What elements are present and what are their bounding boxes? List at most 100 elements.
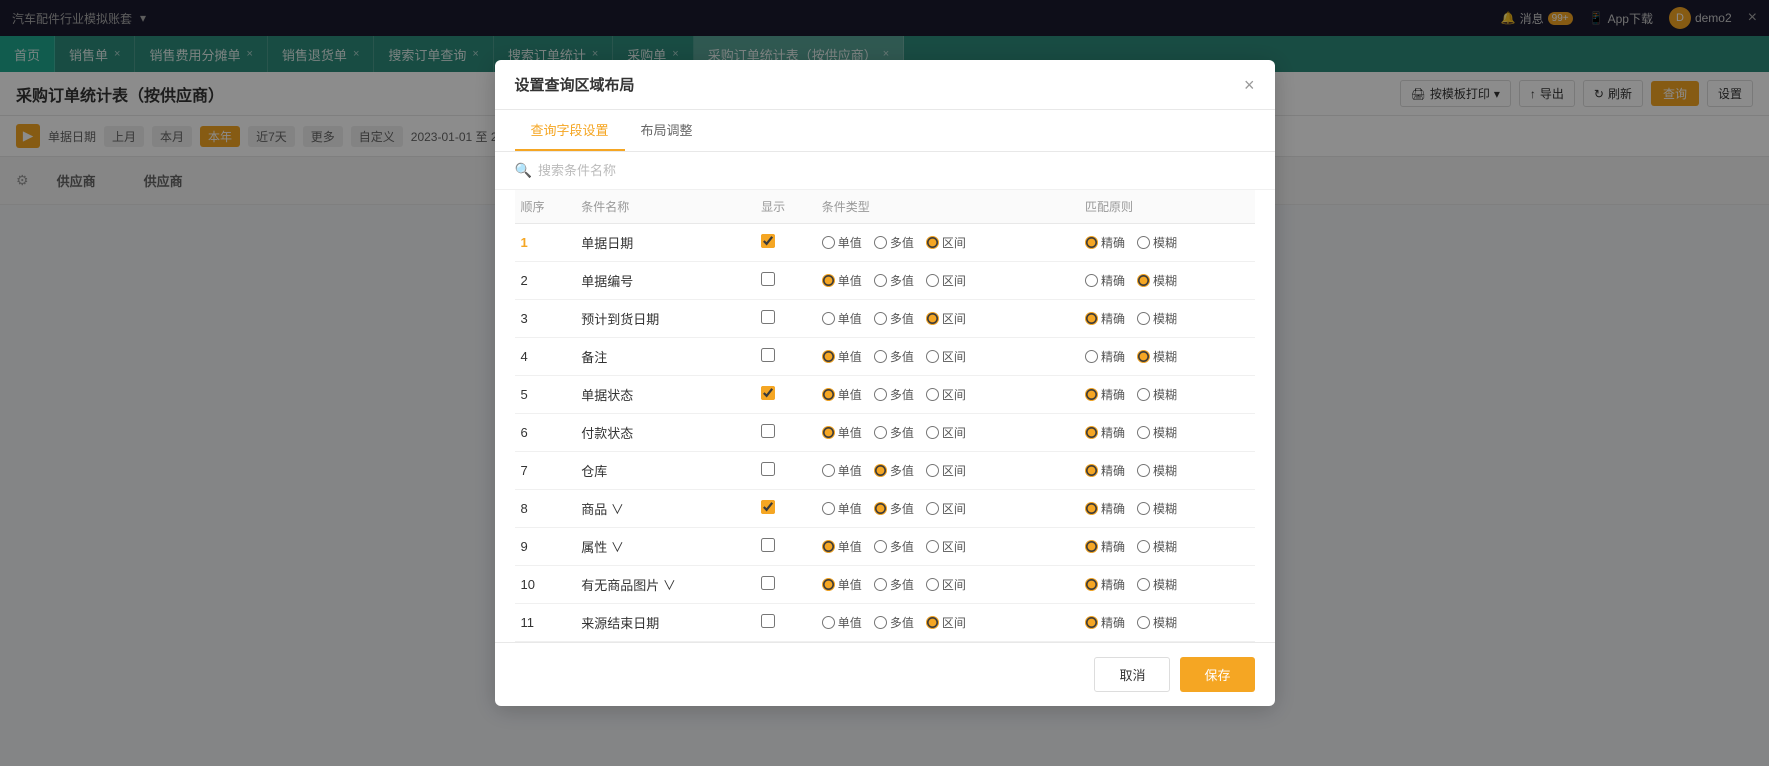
row-condition-name: 备注 xyxy=(575,338,755,376)
match-fuzzy-option[interactable]: 模糊 xyxy=(1137,272,1177,289)
match-fuzzy-option[interactable]: 模糊 xyxy=(1137,500,1177,517)
tab-fields[interactable]: 查询字段设置 xyxy=(515,110,625,151)
row-display-cell[interactable] xyxy=(755,604,816,642)
type-radio-group: 单值多值区间 xyxy=(822,462,1073,479)
type-multi-option[interactable]: 多值 xyxy=(874,424,914,441)
row-display-cell[interactable] xyxy=(755,338,816,376)
save-button[interactable]: 保存 xyxy=(1180,657,1254,692)
type-multi-option[interactable]: 多值 xyxy=(874,234,914,251)
type-range-option[interactable]: 区间 xyxy=(926,234,966,251)
match-exact-option[interactable]: 精确 xyxy=(1085,386,1125,403)
row-condition-name: 单据状态 xyxy=(575,376,755,414)
type-multi-option[interactable]: 多值 xyxy=(874,462,914,479)
type-multi-option[interactable]: 多值 xyxy=(874,614,914,631)
display-checkbox[interactable] xyxy=(761,348,775,362)
row-display-cell[interactable] xyxy=(755,566,816,604)
match-exact-option[interactable]: 精确 xyxy=(1085,234,1125,251)
type-range-option[interactable]: 区间 xyxy=(926,462,966,479)
display-checkbox[interactable] xyxy=(761,386,775,400)
match-fuzzy-option[interactable]: 模糊 xyxy=(1137,576,1177,593)
match-exact-option[interactable]: 精确 xyxy=(1085,538,1125,555)
modal-title: 设置查询区域布局 xyxy=(515,74,635,95)
row-type-cell: 单值多值区间 xyxy=(816,376,1079,414)
match-exact-option[interactable]: 精确 xyxy=(1085,462,1125,479)
row-display-cell[interactable] xyxy=(755,224,816,262)
display-checkbox[interactable] xyxy=(761,538,775,552)
type-range-option[interactable]: 区间 xyxy=(926,614,966,631)
type-range-option[interactable]: 区间 xyxy=(926,348,966,365)
type-multi-option[interactable]: 多值 xyxy=(874,386,914,403)
type-single-option[interactable]: 单值 xyxy=(822,310,862,327)
row-display-cell[interactable] xyxy=(755,490,816,528)
type-multi-option[interactable]: 多值 xyxy=(874,272,914,289)
type-single-option[interactable]: 单值 xyxy=(822,234,862,251)
row-display-cell[interactable] xyxy=(755,452,816,490)
table-header-row: 顺序 条件名称 显示 条件类型 匹配原则 xyxy=(515,190,1255,224)
row-order: 11 xyxy=(515,604,576,642)
row-display-cell[interactable] xyxy=(755,300,816,338)
row-order: 6 xyxy=(515,414,576,452)
display-checkbox[interactable] xyxy=(761,576,775,590)
type-radio-group: 单值多值区间 xyxy=(822,424,1073,441)
type-multi-option[interactable]: 多值 xyxy=(874,538,914,555)
row-display-cell[interactable] xyxy=(755,528,816,566)
row-display-cell[interactable] xyxy=(755,262,816,300)
row-match-cell: 精确模糊 xyxy=(1079,490,1255,528)
match-fuzzy-option[interactable]: 模糊 xyxy=(1137,614,1177,631)
type-multi-option[interactable]: 多值 xyxy=(874,348,914,365)
search-input[interactable] xyxy=(538,163,1255,178)
type-multi-option[interactable]: 多值 xyxy=(874,500,914,517)
match-exact-option[interactable]: 精确 xyxy=(1085,424,1125,441)
type-single-option[interactable]: 单值 xyxy=(822,386,862,403)
display-checkbox[interactable] xyxy=(761,272,775,286)
type-radio-group: 单值多值区间 xyxy=(822,538,1073,555)
tab-layout[interactable]: 布局调整 xyxy=(625,110,709,151)
col-type: 条件类型 xyxy=(816,190,1079,224)
type-range-option[interactable]: 区间 xyxy=(926,386,966,403)
type-range-option[interactable]: 区间 xyxy=(926,538,966,555)
cancel-button[interactable]: 取消 xyxy=(1094,657,1170,692)
modal-close-button[interactable]: × xyxy=(1244,76,1255,94)
display-checkbox[interactable] xyxy=(761,310,775,324)
display-checkbox[interactable] xyxy=(761,462,775,476)
type-single-option[interactable]: 单值 xyxy=(822,272,862,289)
match-fuzzy-option[interactable]: 模糊 xyxy=(1137,386,1177,403)
match-radio-group: 精确模糊 xyxy=(1085,348,1249,365)
match-fuzzy-option[interactable]: 模糊 xyxy=(1137,424,1177,441)
type-range-option[interactable]: 区间 xyxy=(926,310,966,327)
type-single-option[interactable]: 单值 xyxy=(822,462,862,479)
match-exact-option[interactable]: 精确 xyxy=(1085,310,1125,327)
type-range-option[interactable]: 区间 xyxy=(926,272,966,289)
type-multi-option[interactable]: 多值 xyxy=(874,576,914,593)
type-radio-group: 单值多值区间 xyxy=(822,234,1073,251)
match-exact-option[interactable]: 精确 xyxy=(1085,500,1125,517)
type-single-option[interactable]: 单值 xyxy=(822,538,862,555)
row-type-cell: 单值多值区间 xyxy=(816,490,1079,528)
match-fuzzy-option[interactable]: 模糊 xyxy=(1137,538,1177,555)
display-checkbox[interactable] xyxy=(761,424,775,438)
match-fuzzy-option[interactable]: 模糊 xyxy=(1137,310,1177,327)
match-exact-option[interactable]: 精确 xyxy=(1085,614,1125,631)
match-fuzzy-option[interactable]: 模糊 xyxy=(1137,348,1177,365)
type-range-option[interactable]: 区间 xyxy=(926,576,966,593)
type-range-option[interactable]: 区间 xyxy=(926,424,966,441)
type-single-option[interactable]: 单值 xyxy=(822,500,862,517)
match-exact-option[interactable]: 精确 xyxy=(1085,348,1125,365)
type-range-option[interactable]: 区间 xyxy=(926,500,966,517)
display-checkbox[interactable] xyxy=(761,500,775,514)
row-display-cell[interactable] xyxy=(755,376,816,414)
match-radio-group: 精确模糊 xyxy=(1085,424,1249,441)
display-checkbox[interactable] xyxy=(761,234,775,248)
match-fuzzy-option[interactable]: 模糊 xyxy=(1137,462,1177,479)
type-single-option[interactable]: 单值 xyxy=(822,348,862,365)
search-icon: 🔍 xyxy=(515,162,532,179)
match-exact-option[interactable]: 精确 xyxy=(1085,576,1125,593)
type-single-option[interactable]: 单值 xyxy=(822,576,862,593)
match-exact-option[interactable]: 精确 xyxy=(1085,272,1125,289)
type-single-option[interactable]: 单值 xyxy=(822,424,862,441)
type-single-option[interactable]: 单值 xyxy=(822,614,862,631)
row-display-cell[interactable] xyxy=(755,414,816,452)
type-multi-option[interactable]: 多值 xyxy=(874,310,914,327)
display-checkbox[interactable] xyxy=(761,614,775,628)
match-fuzzy-option[interactable]: 模糊 xyxy=(1137,234,1177,251)
